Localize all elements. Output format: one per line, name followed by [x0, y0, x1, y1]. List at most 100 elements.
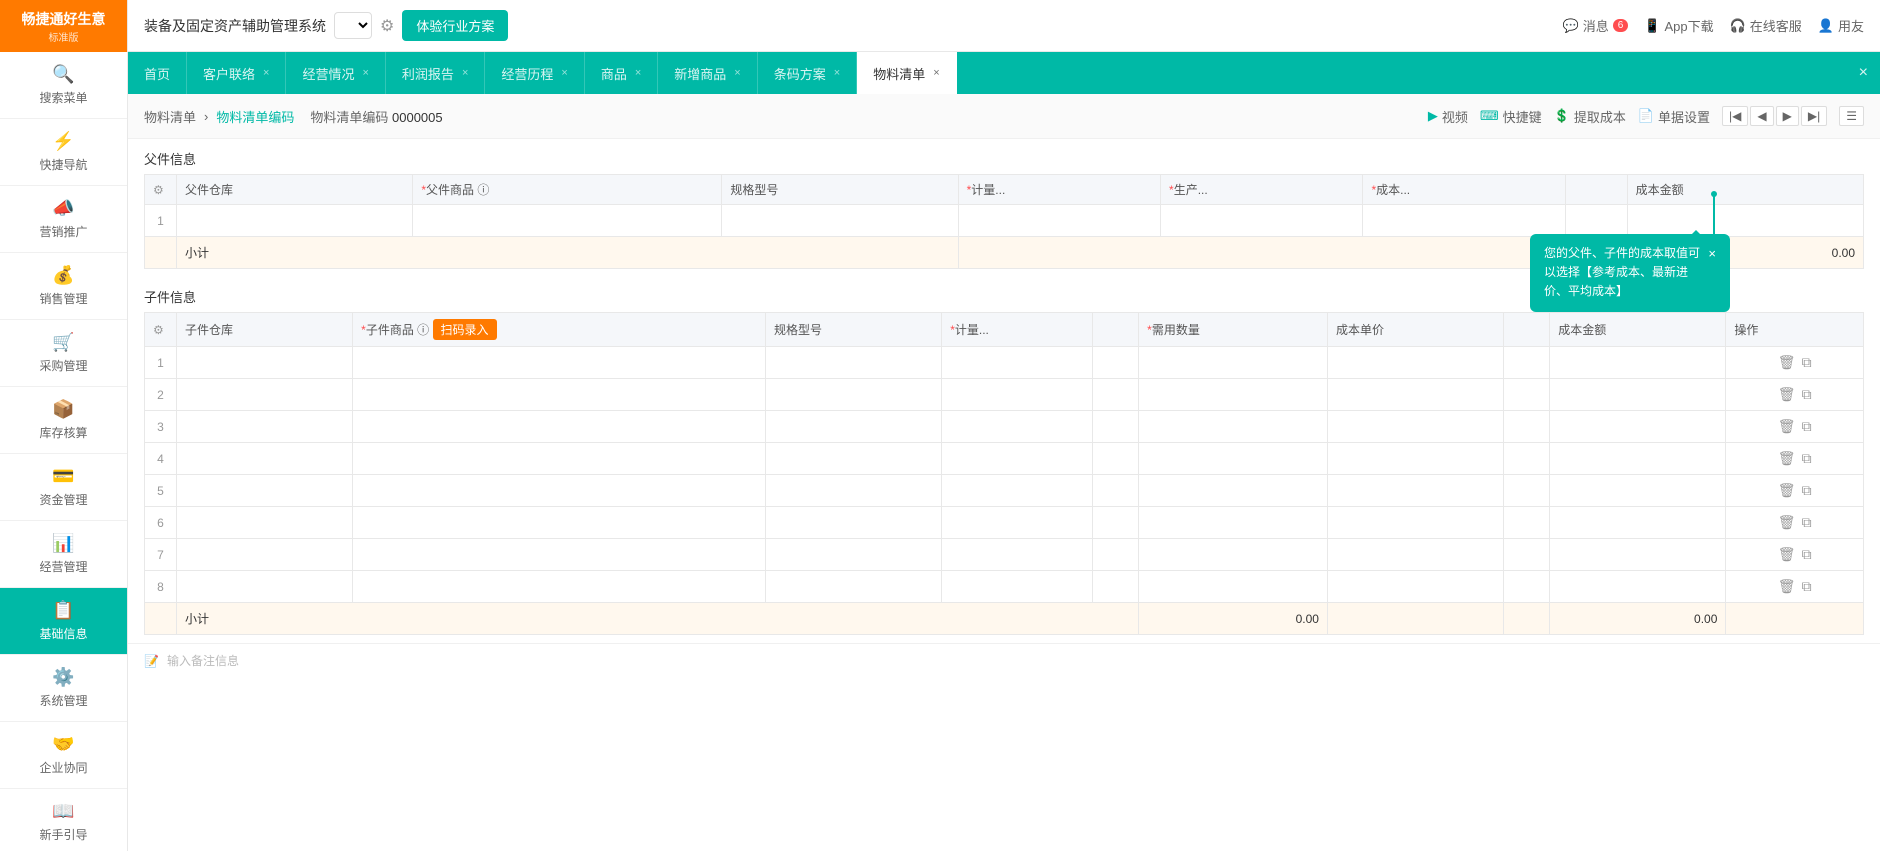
child-spec-5[interactable]: [766, 475, 942, 507]
child-product-2[interactable]: [353, 379, 766, 411]
child-product-3[interactable]: [353, 411, 766, 443]
parent-prod-1[interactable]: [1161, 205, 1363, 237]
child-warehouse-4[interactable]: [177, 443, 353, 475]
grid-view-btn[interactable]: ☰: [1839, 106, 1864, 126]
copy-icon-4[interactable]: ⧉: [1802, 450, 1812, 467]
tooltip-close-btn[interactable]: ×: [1708, 244, 1716, 265]
child-qty-6[interactable]: [1139, 507, 1328, 539]
delete-icon-6[interactable]: 🗑: [1778, 514, 1796, 531]
view-action[interactable]: ▶ 视频: [1428, 107, 1468, 126]
child-unitcost-8[interactable]: [1327, 571, 1503, 603]
child-unit-1[interactable]: [942, 347, 1093, 379]
tab-close-7[interactable]: ×: [834, 67, 840, 79]
child-spec-1[interactable]: [766, 347, 942, 379]
child-warehouse-1[interactable]: [177, 347, 353, 379]
copy-icon-6[interactable]: ⧉: [1802, 514, 1812, 531]
sidebar-item-search[interactable]: 🔍搜索菜单: [0, 52, 127, 119]
child-qty-5[interactable]: [1139, 475, 1328, 507]
online-service-item[interactable]: 🎧 在线客服: [1730, 16, 1802, 35]
child-unit-5[interactable]: [942, 475, 1093, 507]
delete-icon-1[interactable]: 🗑: [1778, 354, 1796, 371]
delete-icon-3[interactable]: 🗑: [1778, 418, 1796, 435]
child-unit-8[interactable]: [942, 571, 1093, 603]
child-qty-8[interactable]: [1139, 571, 1328, 603]
child-warehouse-7[interactable]: [177, 539, 353, 571]
settings-icon[interactable]: ⚙: [380, 16, 394, 36]
close-all-tabs[interactable]: ×: [1847, 64, 1880, 82]
copy-icon-2[interactable]: ⧉: [1802, 386, 1812, 403]
sidebar-item-guide[interactable]: 📖新手引导: [0, 789, 127, 851]
parent-cost-1[interactable]: [1363, 205, 1565, 237]
copy-icon-8[interactable]: ⧉: [1802, 578, 1812, 595]
parent-product-1[interactable]: [413, 205, 722, 237]
copy-icon-1[interactable]: ⧉: [1802, 354, 1812, 371]
shortcut-action[interactable]: ⌨ 快捷键: [1480, 107, 1542, 126]
child-warehouse-3[interactable]: [177, 411, 353, 443]
child-unitcost-1[interactable]: [1327, 347, 1503, 379]
tab-close-2[interactable]: ×: [362, 67, 368, 79]
header-dropdown[interactable]: [334, 12, 372, 39]
next-page-btn[interactable]: ▶: [1776, 106, 1799, 126]
child-qty-7[interactable]: [1139, 539, 1328, 571]
child-qty-3[interactable]: [1139, 411, 1328, 443]
nav-tab-8[interactable]: 物料清单×: [857, 52, 956, 94]
th-gear-parent[interactable]: ⚙: [145, 175, 177, 205]
nav-tab-6[interactable]: 新增商品×: [658, 52, 757, 94]
delete-icon-2[interactable]: 🗑: [1778, 386, 1796, 403]
user-item[interactable]: 👤 用友: [1818, 16, 1864, 35]
child-qty-1[interactable]: [1139, 347, 1328, 379]
copy-icon-5[interactable]: ⧉: [1802, 482, 1812, 499]
child-product-8[interactable]: [353, 571, 766, 603]
nav-tab-3[interactable]: 利润报告×: [386, 52, 485, 94]
nav-tab-2[interactable]: 经营情况×: [286, 52, 385, 94]
parent-warehouse-1[interactable]: [177, 205, 413, 237]
child-spec-3[interactable]: [766, 411, 942, 443]
delete-icon-4[interactable]: 🗑: [1778, 450, 1796, 467]
sidebar-item-purchase[interactable]: 🛒采购管理: [0, 320, 127, 387]
child-spec-2[interactable]: [766, 379, 942, 411]
tab-close-8[interactable]: ×: [933, 67, 939, 79]
delete-icon-5[interactable]: 🗑: [1778, 482, 1796, 499]
sidebar-item-sales[interactable]: 💰销售管理: [0, 253, 127, 320]
th-gear-child[interactable]: ⚙: [145, 313, 177, 347]
sidebar-item-system[interactable]: ⚙️系统管理: [0, 655, 127, 722]
child-product-4[interactable]: [353, 443, 766, 475]
sidebar-item-promo[interactable]: 📣营销推广: [0, 186, 127, 253]
nav-tab-0[interactable]: 首页: [128, 52, 187, 94]
child-unitcost-5[interactable]: [1327, 475, 1503, 507]
child-warehouse-5[interactable]: [177, 475, 353, 507]
child-product-5[interactable]: [353, 475, 766, 507]
tab-close-3[interactable]: ×: [462, 67, 468, 79]
nav-tab-5[interactable]: 商品×: [585, 52, 658, 94]
single-setting-action[interactable]: 📄 单据设置: [1638, 107, 1710, 126]
child-unit-3[interactable]: [942, 411, 1093, 443]
scan-input-btn[interactable]: 扫码录入: [433, 319, 497, 340]
child-unit-2[interactable]: [942, 379, 1093, 411]
nav-tab-1[interactable]: 客户联络×: [187, 52, 286, 94]
cost-action[interactable]: 💲 提取成本: [1554, 107, 1626, 126]
delete-icon-7[interactable]: 🗑: [1778, 546, 1796, 563]
prev-page-btn[interactable]: ◀: [1750, 106, 1773, 126]
copy-icon-7[interactable]: ⧉: [1802, 546, 1812, 563]
child-product-1[interactable]: [353, 347, 766, 379]
last-page-btn[interactable]: ▶|: [1801, 106, 1827, 126]
child-qty-4[interactable]: [1139, 443, 1328, 475]
child-warehouse-6[interactable]: [177, 507, 353, 539]
child-unit-6[interactable]: [942, 507, 1093, 539]
child-warehouse-8[interactable]: [177, 571, 353, 603]
child-product-6[interactable]: [353, 507, 766, 539]
child-spec-7[interactable]: [766, 539, 942, 571]
message-item[interactable]: 💬 消息 6: [1563, 16, 1629, 35]
delete-icon-8[interactable]: 🗑: [1778, 578, 1796, 595]
child-spec-4[interactable]: [766, 443, 942, 475]
trial-button[interactable]: 体验行业方案: [402, 10, 508, 41]
child-spec-6[interactable]: [766, 507, 942, 539]
first-page-btn[interactable]: |◀: [1722, 106, 1748, 126]
sidebar-item-finance[interactable]: 💳资金管理: [0, 454, 127, 521]
note-placeholder[interactable]: 输入备注信息: [167, 652, 239, 669]
child-spec-8[interactable]: [766, 571, 942, 603]
parent-spec-1[interactable]: [722, 205, 958, 237]
child-unit-4[interactable]: [942, 443, 1093, 475]
child-unitcost-2[interactable]: [1327, 379, 1503, 411]
sidebar-item-collab[interactable]: 🤝企业协同: [0, 722, 127, 789]
